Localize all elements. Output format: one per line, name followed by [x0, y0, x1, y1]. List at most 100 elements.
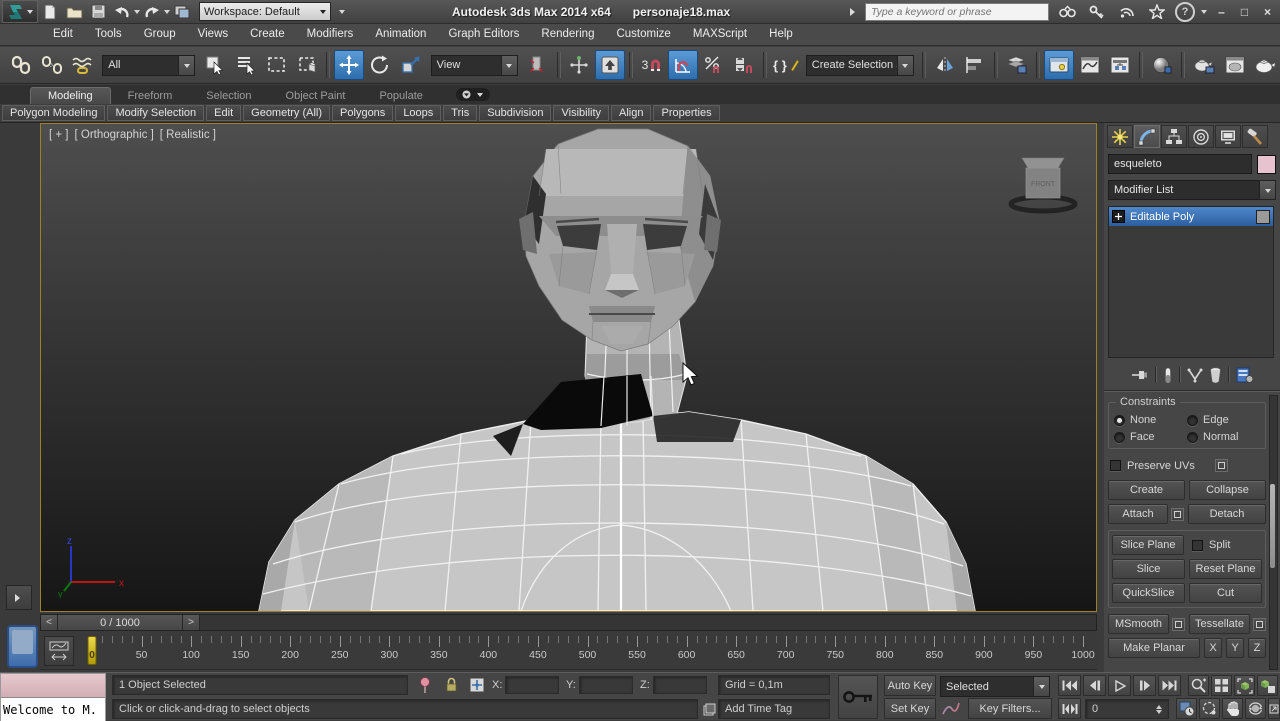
unlink-selection-button[interactable]: [37, 50, 67, 80]
menu-item-help[interactable]: Help: [758, 24, 804, 45]
pin-stack-icon[interactable]: [1131, 367, 1149, 383]
render-setup-button[interactable]: [1189, 50, 1219, 80]
preserve-uvs-settings-button[interactable]: [1214, 459, 1228, 472]
preserve-uvs-checkbox[interactable]: [1110, 460, 1121, 471]
save-file-button[interactable]: [87, 2, 109, 22]
undo-button[interactable]: [111, 2, 133, 22]
edit-named-selection-sets-button[interactable]: { }: [771, 50, 801, 80]
time-slider[interactable]: < 0 / 1000 >: [40, 614, 1097, 631]
tab-motion[interactable]: [1188, 125, 1214, 148]
menu-item-customize[interactable]: Customize: [605, 24, 681, 45]
track-bar[interactable]: 0 50 100 150 200 250 300 350 400 450 500 550 600 650 7…: [40, 633, 1097, 670]
menu-item-modifiers[interactable]: Modifiers: [296, 24, 365, 45]
bind-to-space-warp-button[interactable]: [68, 50, 98, 80]
zoom-extents-all-button[interactable]: [1257, 675, 1278, 696]
select-and-rotate-button[interactable]: [365, 50, 395, 80]
viewport-pov-menu[interactable]: [ Orthographic ]: [75, 129, 154, 141]
keyboard-shortcut-override-button[interactable]: [595, 50, 626, 80]
tab-display[interactable]: [1215, 125, 1241, 148]
schematic-view-button[interactable]: [1106, 50, 1136, 80]
detach-button[interactable]: Detach: [1188, 504, 1266, 524]
rendered-frame-window-button[interactable]: [1220, 50, 1250, 80]
window-crossing-toggle-button[interactable]: [293, 50, 323, 80]
constraint-edge-radio[interactable]: Edge: [1187, 414, 1260, 426]
welcome-window-titlebar[interactable]: [1, 674, 105, 698]
msmooth-button[interactable]: MSmooth: [1108, 614, 1169, 634]
curve-editor-button[interactable]: [1075, 50, 1105, 80]
use-pivot-point-center-button[interactable]: [523, 50, 553, 80]
communication-center-button[interactable]: [1116, 2, 1138, 22]
y-coordinate-field[interactable]: [579, 676, 633, 694]
stack-onoff-toggle-icon[interactable]: [1256, 209, 1270, 224]
ribbon-panel-tris[interactable]: Tris: [443, 105, 478, 121]
make-planar-x-button[interactable]: X: [1204, 638, 1222, 658]
select-and-manipulate-button[interactable]: [565, 50, 595, 80]
welcome-mini-window[interactable]: Welcome to M.: [0, 673, 106, 721]
zoom-button[interactable]: [1188, 675, 1209, 696]
minimize-button[interactable]: –: [1213, 4, 1230, 20]
constraint-face-radio[interactable]: Face: [1114, 431, 1187, 443]
key-mode-toggle-button[interactable]: [1058, 698, 1081, 719]
slice-plane-button[interactable]: Slice Plane: [1112, 535, 1184, 555]
tessellate-settings-button[interactable]: [1253, 617, 1266, 631]
help-flyout-caret-icon[interactable]: [1201, 10, 1207, 17]
material-editor-button[interactable]: [1147, 50, 1177, 80]
ribbon-panel-loops[interactable]: Loops: [395, 105, 442, 121]
ribbon-panel-geometry-all[interactable]: Geometry (All): [243, 105, 331, 121]
timeline-ruler-inner[interactable]: 0 50 100 150 200 250 300 350 400 450 500 550 600 650 7…: [87, 636, 1095, 667]
slice-button[interactable]: Slice: [1112, 559, 1185, 579]
viewport[interactable]: [ + ] [ Orthographic ] [ Realistic ] FRO…: [40, 123, 1097, 612]
zoom-all-button[interactable]: [1211, 675, 1232, 696]
remove-modifier-icon[interactable]: [1209, 367, 1222, 383]
search-input[interactable]: [865, 2, 1049, 21]
open-file-button[interactable]: [63, 2, 85, 22]
search-button[interactable]: [1056, 2, 1078, 22]
select-object-button[interactable]: [200, 50, 230, 80]
menu-item-edit[interactable]: Edit: [42, 24, 84, 45]
create-button[interactable]: Create: [1108, 480, 1185, 500]
menu-item-maxscript[interactable]: MAXScript: [682, 24, 758, 45]
select-by-name-button[interactable]: [231, 50, 261, 80]
attach-settings-button[interactable]: [1171, 507, 1184, 521]
help-button[interactable]: ?: [1175, 1, 1195, 22]
zoom-extents-selected-button[interactable]: [1234, 675, 1255, 696]
orbit-view-button[interactable]: [1245, 698, 1266, 719]
graphite-ribbon-toggle-button[interactable]: [1044, 50, 1074, 80]
make-planar-z-button[interactable]: Z: [1248, 638, 1266, 658]
absolute-offset-mode-button[interactable]: [466, 675, 488, 695]
tessellate-button[interactable]: Tessellate: [1189, 614, 1250, 634]
ribbon-tab-object-paint[interactable]: Object Paint: [269, 88, 363, 104]
menu-item-create[interactable]: Create: [239, 24, 296, 45]
object-color-swatch[interactable]: [1257, 154, 1276, 174]
infocenter-expand-icon[interactable]: [850, 7, 859, 16]
collapse-button[interactable]: Collapse: [1189, 480, 1266, 500]
favorites-button[interactable]: [1146, 2, 1168, 22]
viewport-label[interactable]: [ + ] [ Orthographic ] [ Realistic ]: [49, 129, 216, 141]
angle-snap-toggle-button[interactable]: [667, 50, 698, 80]
mirror-button[interactable]: [930, 50, 960, 80]
maximize-viewport-toggle-button[interactable]: [1268, 698, 1280, 719]
go-to-end-button[interactable]: [1158, 675, 1181, 696]
isolate-selection-button[interactable]: [414, 675, 436, 695]
render-production-button[interactable]: [1250, 50, 1280, 80]
undo-flyout-caret-icon[interactable]: [134, 10, 140, 17]
spinner-snap-toggle-button[interactable]: [729, 50, 759, 80]
menu-item-animation[interactable]: Animation: [364, 24, 437, 45]
set-keys-button[interactable]: [838, 675, 878, 719]
menu-item-graph-editors[interactable]: Graph Editors: [437, 24, 530, 45]
time-configuration-button[interactable]: [1176, 698, 1197, 719]
time-slider-handle[interactable]: 0 / 1000: [58, 615, 183, 630]
modifier-stack[interactable]: Editable Poly: [1108, 206, 1274, 358]
next-frame-button[interactable]: [1133, 675, 1156, 696]
split-checkbox[interactable]: [1192, 539, 1203, 551]
close-button[interactable]: ×: [1259, 4, 1276, 20]
open-mini-curve-editor-button[interactable]: [44, 636, 74, 666]
make-unique-icon[interactable]: [1187, 368, 1203, 383]
manage-layers-button[interactable]: [1002, 50, 1032, 80]
new-file-button[interactable]: [39, 2, 61, 22]
ribbon-panel-subdivision[interactable]: Subdivision: [479, 105, 552, 121]
pan-view-button[interactable]: [1222, 698, 1243, 719]
menu-item-tools[interactable]: Tools: [84, 24, 133, 45]
reference-coordinate-dropdown[interactable]: View: [430, 54, 518, 76]
time-slider-track[interactable]: [200, 615, 1096, 630]
